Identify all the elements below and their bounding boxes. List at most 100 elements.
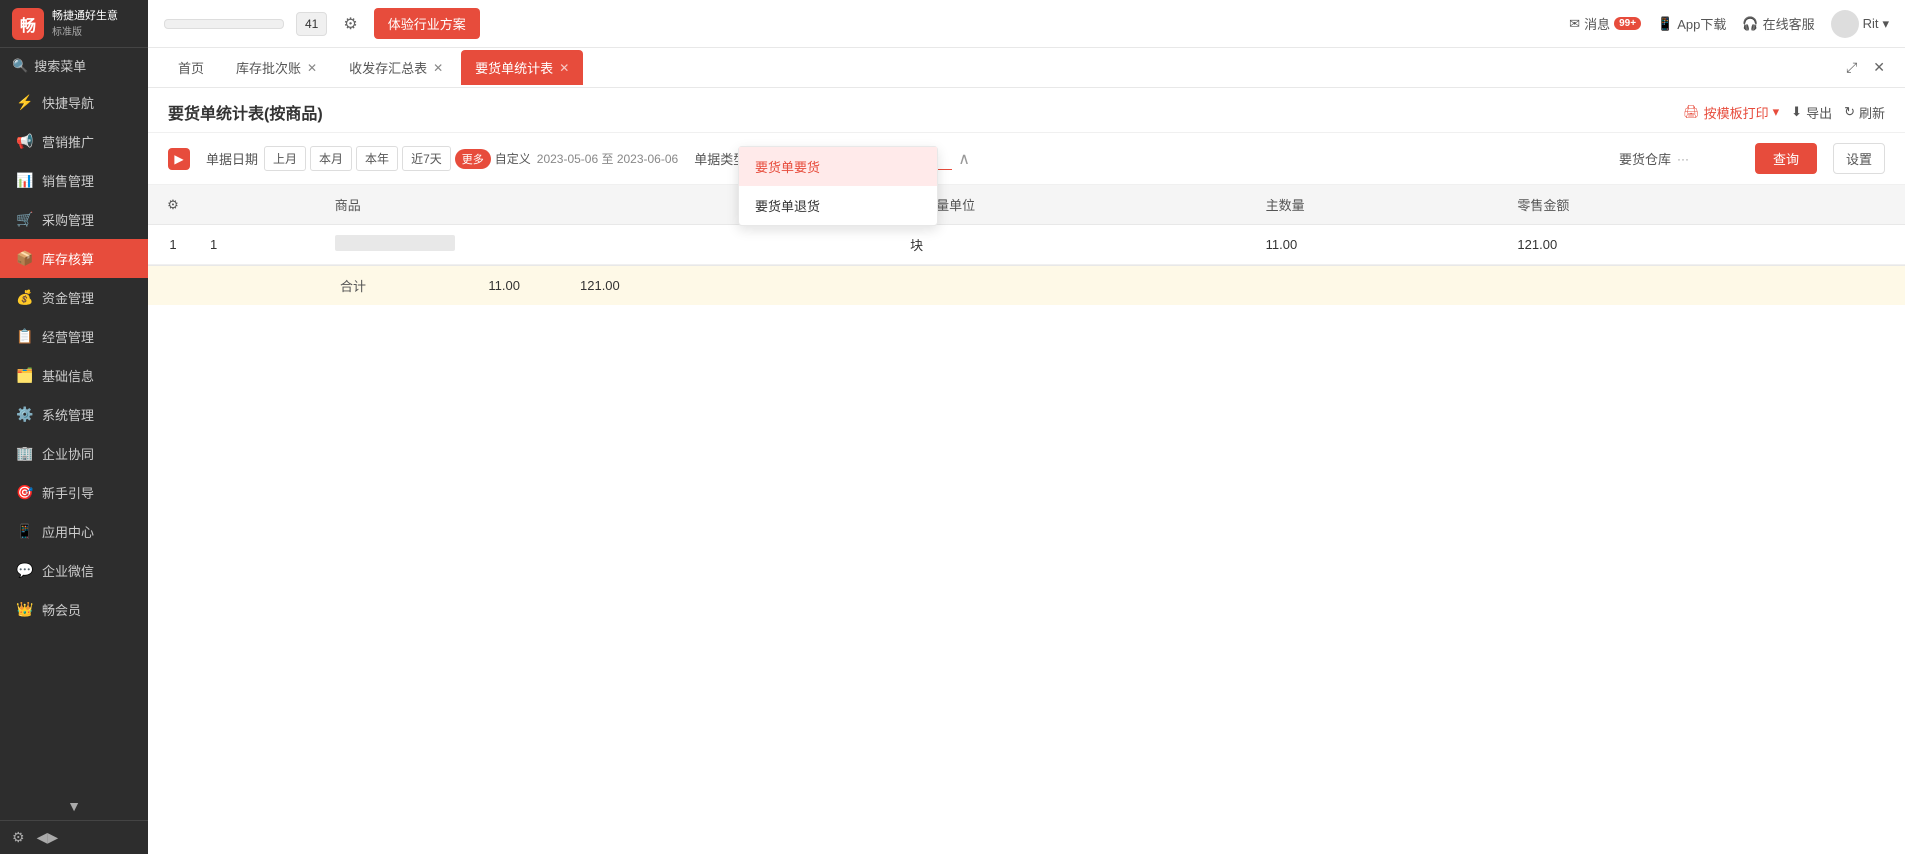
date-last-month-button[interactable]: 上月 [264, 146, 306, 171]
content-area: 要货单统计表(按商品) 🖨 按模板打印 ▾ ⬇ 导出 ↻ 刷新 [148, 88, 1905, 854]
tab-collect-summary-close[interactable]: ✕ [433, 61, 443, 75]
sidebar-search[interactable]: 🔍 搜索菜单 [0, 48, 148, 83]
topbar-settings-button[interactable]: ⚙ [339, 10, 361, 38]
page-actions: 🖨 按模板打印 ▾ ⬇ 导出 ↻ 刷新 [1683, 103, 1885, 122]
purchase-icon: 🛒 [16, 211, 34, 228]
export-button[interactable]: ⬇ 导出 [1791, 103, 1832, 122]
app-download-item[interactable]: 📱 App下载 [1657, 14, 1726, 33]
data-table: ⚙ 商品 主计量单位 主数量 零售金额 1 1 [148, 185, 1905, 265]
date-this-month-button[interactable]: 本月 [310, 146, 352, 171]
sidebar-scroll-down[interactable]: ▼ [0, 792, 148, 820]
tab-maximize-button[interactable]: ⤢ [1842, 55, 1861, 80]
sidebar-item-guide[interactable]: 🎯 新手引导 [0, 473, 148, 512]
sidebar-item-label: 应用中心 [42, 522, 94, 541]
quick-nav-icon: ⚡ [16, 94, 34, 111]
sidebar-item-label: 企业微信 [42, 561, 94, 580]
sidebar-item-label: 库存核算 [42, 249, 94, 268]
sidebar-item-member[interactable]: 👑 畅会员 [0, 590, 148, 629]
breadcrumb-display [164, 19, 284, 29]
dropdown-item-order-goods[interactable]: 要货单要货 [739, 147, 937, 186]
filter-bar: ▶ 单据日期 上月 本月 本年 近7天 更多 自定义 2023-05-06 至 … [148, 133, 1905, 185]
sidebar-item-sales[interactable]: 📊 销售管理 [0, 161, 148, 200]
dropdown-item-order-return[interactable]: 要货单退货 [739, 186, 937, 225]
row-product [323, 225, 898, 265]
user-dropdown-icon: ▾ [1882, 16, 1889, 32]
col-settings[interactable]: ⚙ [148, 185, 198, 225]
sidebar-item-label: 销售管理 [42, 171, 94, 190]
warehouse-filter-group: 要货仓库 ··· [1619, 149, 1739, 168]
user-profile[interactable]: Rit ▾ [1831, 10, 1889, 38]
tab-batch-account-close[interactable]: ✕ [307, 61, 317, 75]
sidebar-item-label: 系统管理 [42, 405, 94, 424]
sidebar-item-appstore[interactable]: 📱 应用中心 [0, 512, 148, 551]
sidebar-item-label: 基础信息 [42, 366, 94, 385]
footer-label: 合计 [160, 276, 380, 295]
user-avatar [1831, 10, 1859, 38]
sidebar-item-operations[interactable]: 📋 经营管理 [0, 317, 148, 356]
messages-badge: 99+ [1614, 17, 1641, 30]
sidebar-item-inventory[interactable]: 📦 库存核算 [0, 239, 148, 278]
finance-icon: 💰 [16, 289, 34, 306]
search-label: 搜索菜单 [34, 56, 86, 75]
row-index: 1 [148, 225, 198, 265]
headset-icon: 🎧 [1742, 16, 1758, 32]
tab-collect-summary-label: 收发存汇总表 [349, 58, 427, 77]
phone-icon: 📱 [1657, 16, 1673, 32]
tab-order-stats[interactable]: 要货单统计表 ✕ [461, 50, 583, 85]
tab-close-all-button[interactable]: ✕ [1869, 55, 1889, 80]
footer-quantity: 11.00 [380, 278, 580, 293]
sidebar-item-label: 采购管理 [42, 210, 94, 229]
member-icon: 👑 [16, 601, 34, 618]
date-last-7-days-button[interactable]: 近7天 [402, 146, 451, 171]
operations-icon: 📋 [16, 328, 34, 345]
sidebar-item-marketing[interactable]: 📢 营销推广 [0, 122, 148, 161]
wechat-icon: 💬 [16, 562, 34, 579]
refresh-icon: ↻ [1844, 104, 1855, 120]
trial-button[interactable]: 体验行业方案 [374, 8, 480, 39]
messages-item[interactable]: ✉ 消息 99+ [1569, 14, 1641, 33]
settings-icon[interactable]: ⚙ [12, 829, 25, 846]
appstore-icon: 📱 [16, 523, 34, 540]
date-this-year-button[interactable]: 本年 [356, 146, 398, 171]
date-custom-button[interactable]: 自定义 [495, 150, 531, 167]
filter-settings-button[interactable]: 设置 [1833, 143, 1885, 174]
sidebar-item-quick-nav[interactable]: ⚡ 快捷导航 [0, 83, 148, 122]
page: 要货单统计表(按商品) 🖨 按模板打印 ▾ ⬇ 导出 ↻ 刷新 [148, 88, 1905, 854]
print-template-label: 按模板打印 [1704, 103, 1769, 122]
sidebar-item-label: 新手引导 [42, 483, 94, 502]
filter-expand-button[interactable]: ▶ [168, 148, 190, 170]
tab-home[interactable]: 首页 [164, 50, 218, 85]
app-logo: 畅 畅捷通好生意 标准版 [0, 0, 148, 48]
sidebar-item-wechat[interactable]: 💬 企业微信 [0, 551, 148, 590]
warehouse-more-button[interactable]: ··· [1677, 152, 1689, 166]
sidebar-item-purchase[interactable]: 🛒 采购管理 [0, 200, 148, 239]
date-range-display: 2023-05-06 至 2023-06-06 [537, 150, 678, 167]
sidebar-item-basic[interactable]: 🗂️ 基础信息 [0, 356, 148, 395]
user-name: Rit [1863, 16, 1879, 31]
print-icon: 🖨 [1683, 104, 1700, 120]
tab-order-stats-close[interactable]: ✕ [559, 61, 569, 75]
print-template-button[interactable]: 🖨 按模板打印 ▾ [1683, 103, 1779, 122]
sidebar-item-finance[interactable]: 💰 资金管理 [0, 278, 148, 317]
app-sub: 标准版 [52, 23, 118, 38]
online-service-item[interactable]: 🎧 在线客服 [1742, 14, 1814, 33]
sidebar-item-enterprise[interactable]: 🏢 企业协同 [0, 434, 148, 473]
row-amount: 121.00 [1505, 225, 1809, 265]
sidebar-item-system[interactable]: ⚙️ 系统管理 [0, 395, 148, 434]
tab-collect-summary[interactable]: 收发存汇总表 ✕ [335, 50, 457, 85]
tab-batch-account-label: 库存批次账 [236, 58, 301, 77]
date-filter-label: 单据日期 [206, 149, 258, 168]
date-shortcuts: 上月 本月 本年 近7天 更多 自定义 [264, 146, 531, 171]
type-dropdown-button[interactable]: ∧ [958, 149, 970, 169]
app-name: 畅捷通好生意 [52, 9, 118, 23]
collapse-icon[interactable]: ◀▶ [37, 829, 59, 846]
topbar-right: ✉ 消息 99+ 📱 App下载 🎧 在线客服 Rit ▾ [1569, 10, 1889, 38]
export-label: 导出 [1806, 103, 1832, 122]
query-button[interactable]: 查询 [1755, 143, 1817, 174]
refresh-button[interactable]: ↻ 刷新 [1844, 103, 1885, 122]
table-container: ⚙ 商品 主计量单位 主数量 零售金额 1 1 [148, 185, 1905, 265]
date-more-badge[interactable]: 更多 [455, 149, 491, 169]
tab-batch-account[interactable]: 库存批次账 ✕ [222, 50, 331, 85]
col-unit-header: 主计量单位 [898, 185, 1254, 225]
row-quantity: 11.00 [1254, 225, 1506, 265]
